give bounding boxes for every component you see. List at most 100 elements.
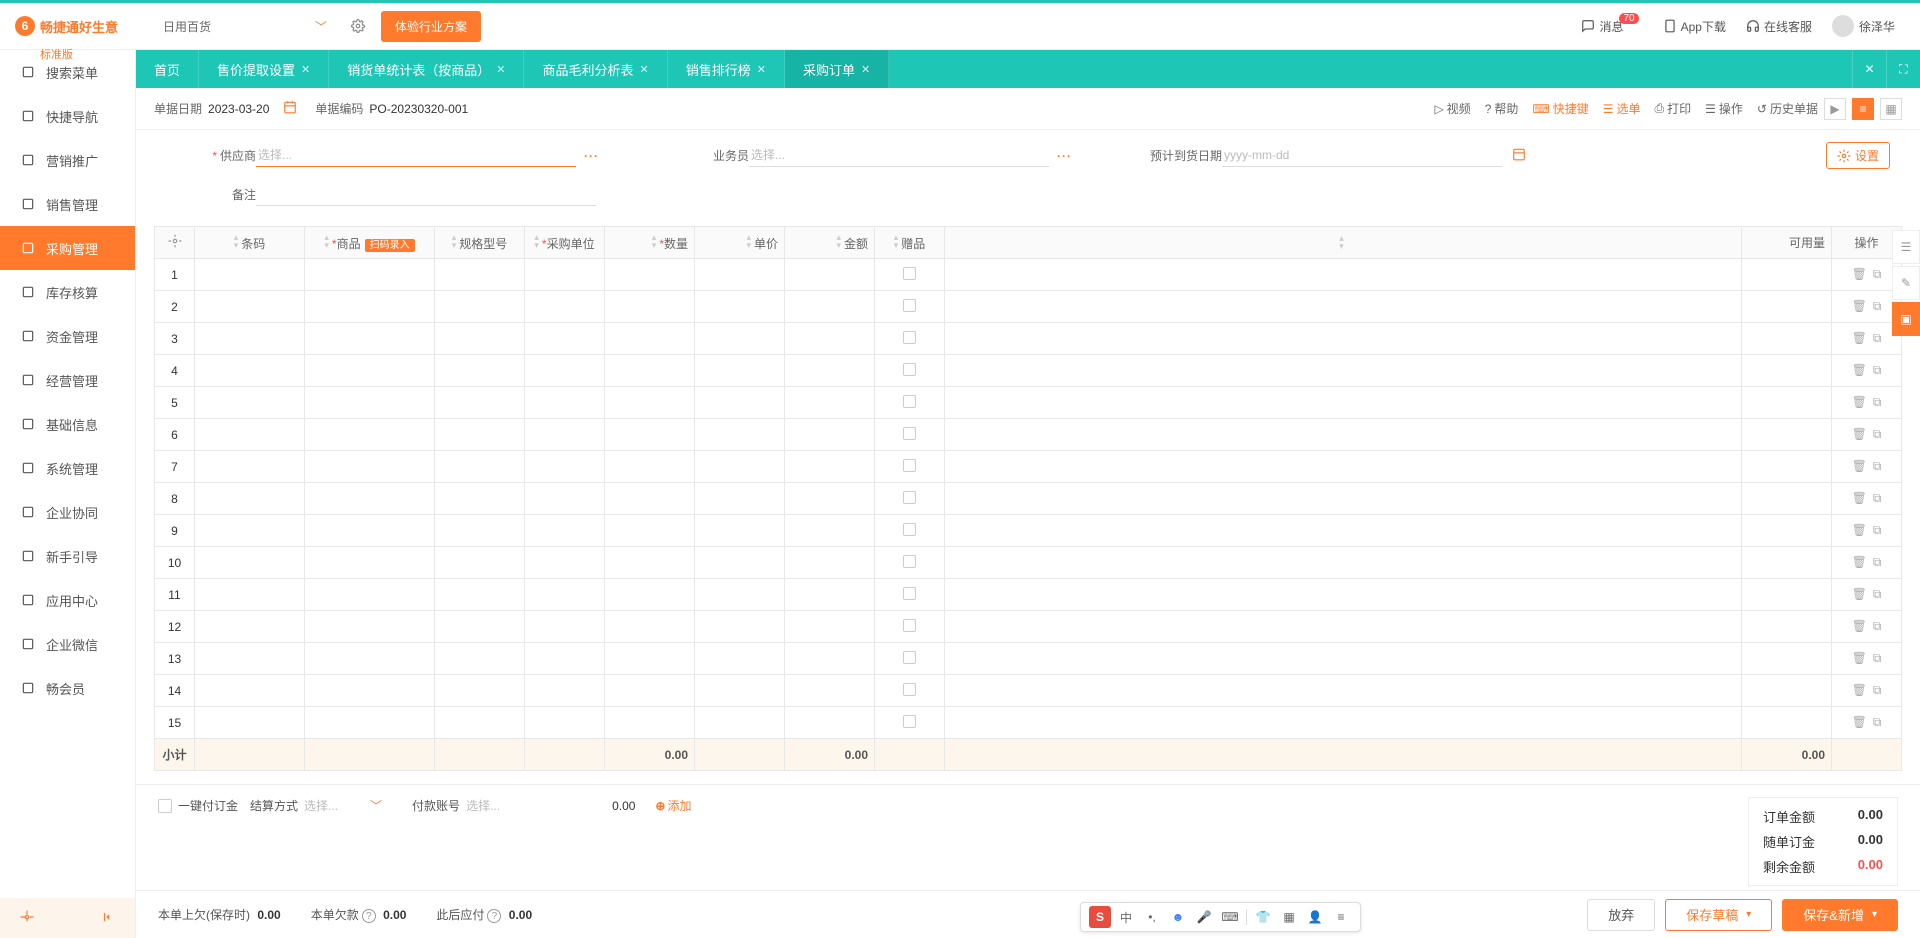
video-link[interactable]: ▷视频 — [1434, 100, 1470, 117]
table-row[interactable]: 2🗑⧉ — [155, 291, 1902, 323]
cell-price[interactable] — [695, 675, 785, 707]
delete-row-icon[interactable]: 🗑 — [1852, 459, 1867, 473]
table-row[interactable]: 14🗑⧉ — [155, 675, 1902, 707]
cell-unit[interactable] — [525, 483, 605, 515]
cell-barcode[interactable] — [195, 643, 305, 675]
delete-row-icon[interactable]: 🗑 — [1852, 427, 1867, 441]
payment-amount[interactable]: 0.00 — [612, 799, 635, 813]
cell-unit[interactable] — [525, 643, 605, 675]
copy-row-icon[interactable]: ⧉ — [1873, 619, 1882, 633]
help-link[interactable]: ?帮助 — [1485, 100, 1519, 117]
cell-qty[interactable] — [605, 259, 695, 291]
cell-barcode[interactable] — [195, 547, 305, 579]
cell-price[interactable] — [695, 611, 785, 643]
cell-unit[interactable] — [525, 515, 605, 547]
cell-unit[interactable] — [525, 419, 605, 451]
th-spec[interactable]: ▴▾规格型号 — [435, 227, 525, 259]
cell-qty[interactable] — [605, 611, 695, 643]
th-amount[interactable]: ▴▾金额 — [785, 227, 875, 259]
cell-unit[interactable] — [525, 323, 605, 355]
app-download-link[interactable]: App下载 — [1663, 18, 1726, 35]
cell-price[interactable] — [695, 483, 785, 515]
eta-input[interactable] — [1222, 144, 1502, 167]
cell-unit[interactable] — [525, 291, 605, 323]
delete-row-icon[interactable]: 🗑 — [1852, 331, 1867, 345]
cell-gift[interactable] — [875, 707, 945, 739]
cell-amount[interactable] — [785, 355, 875, 387]
cell-product[interactable] — [305, 291, 435, 323]
cell-amount[interactable] — [785, 291, 875, 323]
cell-barcode[interactable] — [195, 675, 305, 707]
gift-checkbox[interactable] — [903, 651, 916, 664]
table-row[interactable]: 10🗑⧉ — [155, 547, 1902, 579]
cell-product[interactable] — [305, 707, 435, 739]
table-row[interactable]: 11🗑⧉ — [155, 579, 1902, 611]
cell-product[interactable] — [305, 643, 435, 675]
cell-spec[interactable] — [435, 547, 525, 579]
select-order-link[interactable]: ☰选单 — [1603, 100, 1641, 117]
cell-amount[interactable] — [785, 515, 875, 547]
cell-gift[interactable] — [875, 483, 945, 515]
table-row[interactable]: 9🗑⧉ — [155, 515, 1902, 547]
add-payment-link[interactable]: ⊕添加 — [655, 797, 691, 814]
collapse-sidebar-icon[interactable] — [101, 910, 115, 927]
tab[interactable]: 销货单统计表（按商品）✕ — [329, 50, 524, 88]
gift-checkbox[interactable] — [903, 619, 916, 632]
scan-badge[interactable]: 扫码录入 — [365, 239, 415, 252]
cell-price[interactable] — [695, 451, 785, 483]
cell-product[interactable] — [305, 355, 435, 387]
cell-price[interactable] — [695, 419, 785, 451]
settings-gear-icon[interactable] — [20, 910, 34, 927]
view-grid-button[interactable]: ▦ — [1880, 98, 1902, 120]
table-row[interactable]: 3🗑⧉ — [155, 323, 1902, 355]
ime-voice-icon[interactable]: 🎤 — [1193, 906, 1215, 928]
close-icon[interactable]: ✕ — [757, 63, 766, 76]
cell-unit[interactable] — [525, 547, 605, 579]
ime-menu-icon[interactable]: ≡ — [1330, 906, 1352, 928]
cell-qty[interactable] — [605, 419, 695, 451]
cell-gift[interactable] — [875, 259, 945, 291]
gift-checkbox[interactable] — [903, 491, 916, 504]
cell-qty[interactable] — [605, 707, 695, 739]
cell-spec[interactable] — [435, 707, 525, 739]
cell-price[interactable] — [695, 515, 785, 547]
sidebar-item-info[interactable]: 基础信息 — [0, 402, 135, 446]
table-gear-header[interactable] — [155, 227, 195, 259]
cell-barcode[interactable] — [195, 355, 305, 387]
cell-qty[interactable] — [605, 643, 695, 675]
cell-amount[interactable] — [785, 707, 875, 739]
close-icon[interactable]: ✕ — [301, 63, 310, 76]
sidebar-item-house[interactable]: 库存核算 — [0, 270, 135, 314]
cell-barcode[interactable] — [195, 451, 305, 483]
cell-qty[interactable] — [605, 675, 695, 707]
chevron-down-icon[interactable]: ﹀ — [370, 797, 382, 814]
sidebar-item-grid[interactable]: 应用中心 — [0, 578, 135, 622]
cell-spec[interactable] — [435, 451, 525, 483]
cell-gift[interactable] — [875, 547, 945, 579]
gift-checkbox[interactable] — [903, 267, 916, 280]
cell-barcode[interactable] — [195, 259, 305, 291]
cell-barcode[interactable] — [195, 483, 305, 515]
th-barcode[interactable]: ▴▾条码 — [195, 227, 305, 259]
cell-amount[interactable] — [785, 643, 875, 675]
cell-amount[interactable] — [785, 483, 875, 515]
messages-link[interactable]: 消息 70 — [1581, 18, 1642, 35]
delete-row-icon[interactable]: 🗑 — [1852, 299, 1867, 313]
cell-amount[interactable] — [785, 259, 875, 291]
table-row[interactable]: 8🗑⧉ — [155, 483, 1902, 515]
tab-expand-icon[interactable]: ⛶ — [1886, 50, 1920, 88]
cell-product[interactable] — [305, 387, 435, 419]
table-row[interactable]: 7🗑⧉ — [155, 451, 1902, 483]
cell-gift[interactable] — [875, 579, 945, 611]
copy-row-icon[interactable]: ⧉ — [1873, 331, 1882, 345]
table-row[interactable]: 4🗑⧉ — [155, 355, 1902, 387]
ime-toolbar[interactable]: S 中 •, ☻ 🎤 ⌨ 👕 ▦ 👤 ≡ — [1080, 902, 1361, 932]
cell-spec[interactable] — [435, 483, 525, 515]
strip-image-icon[interactable]: ▣ — [1892, 302, 1920, 336]
cell-gift[interactable] — [875, 611, 945, 643]
cell-gift[interactable] — [875, 515, 945, 547]
table-row[interactable]: 6🗑⧉ — [155, 419, 1902, 451]
sidebar-item-chart[interactable]: 经营管理 — [0, 358, 135, 402]
cell-product[interactable] — [305, 611, 435, 643]
gift-checkbox[interactable] — [903, 363, 916, 376]
